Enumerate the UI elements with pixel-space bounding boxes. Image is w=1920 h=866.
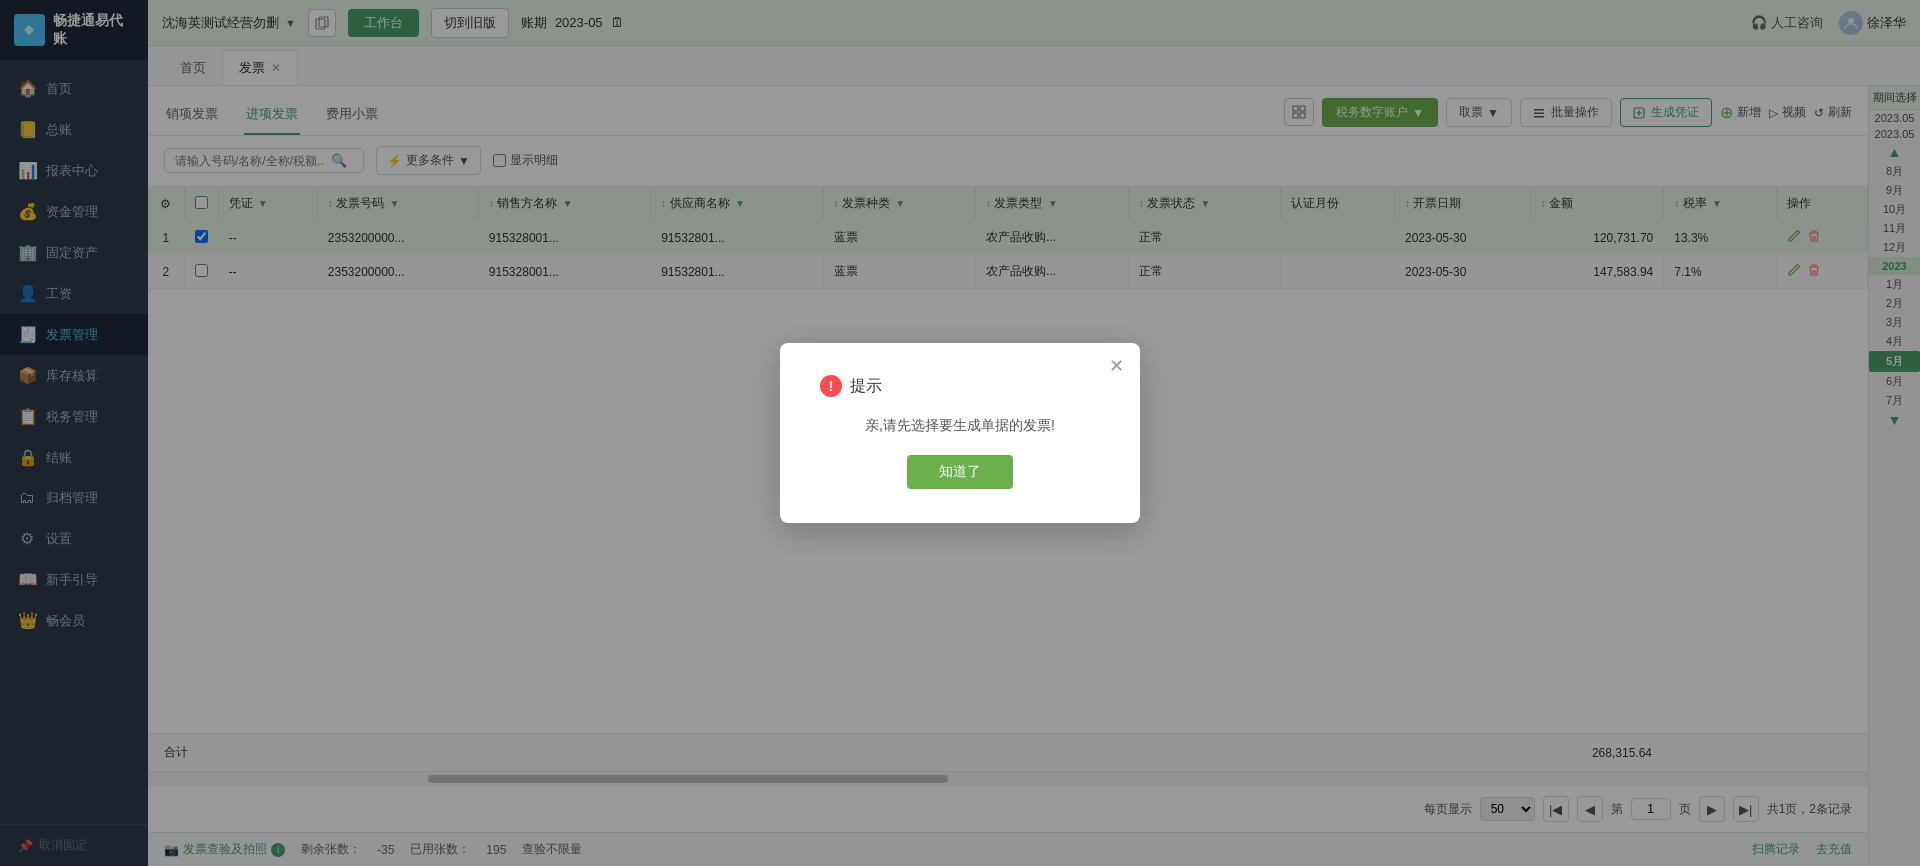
modal-overlay[interactable]: ✕ ! 提示 亲,请先选择要生成单据的发票! 知道了: [0, 0, 1920, 866]
modal-header: ! 提示: [820, 375, 1100, 397]
modal-confirm-button[interactable]: 知道了: [907, 455, 1013, 489]
modal-dialog: ✕ ! 提示 亲,请先选择要生成单据的发票! 知道了: [780, 343, 1140, 523]
modal-message: 亲,请先选择要生成单据的发票!: [820, 417, 1100, 435]
modal-close-button[interactable]: ✕: [1109, 355, 1124, 377]
warning-icon: !: [820, 375, 842, 397]
modal-title: 提示: [850, 376, 882, 397]
modal-footer: 知道了: [820, 455, 1100, 489]
